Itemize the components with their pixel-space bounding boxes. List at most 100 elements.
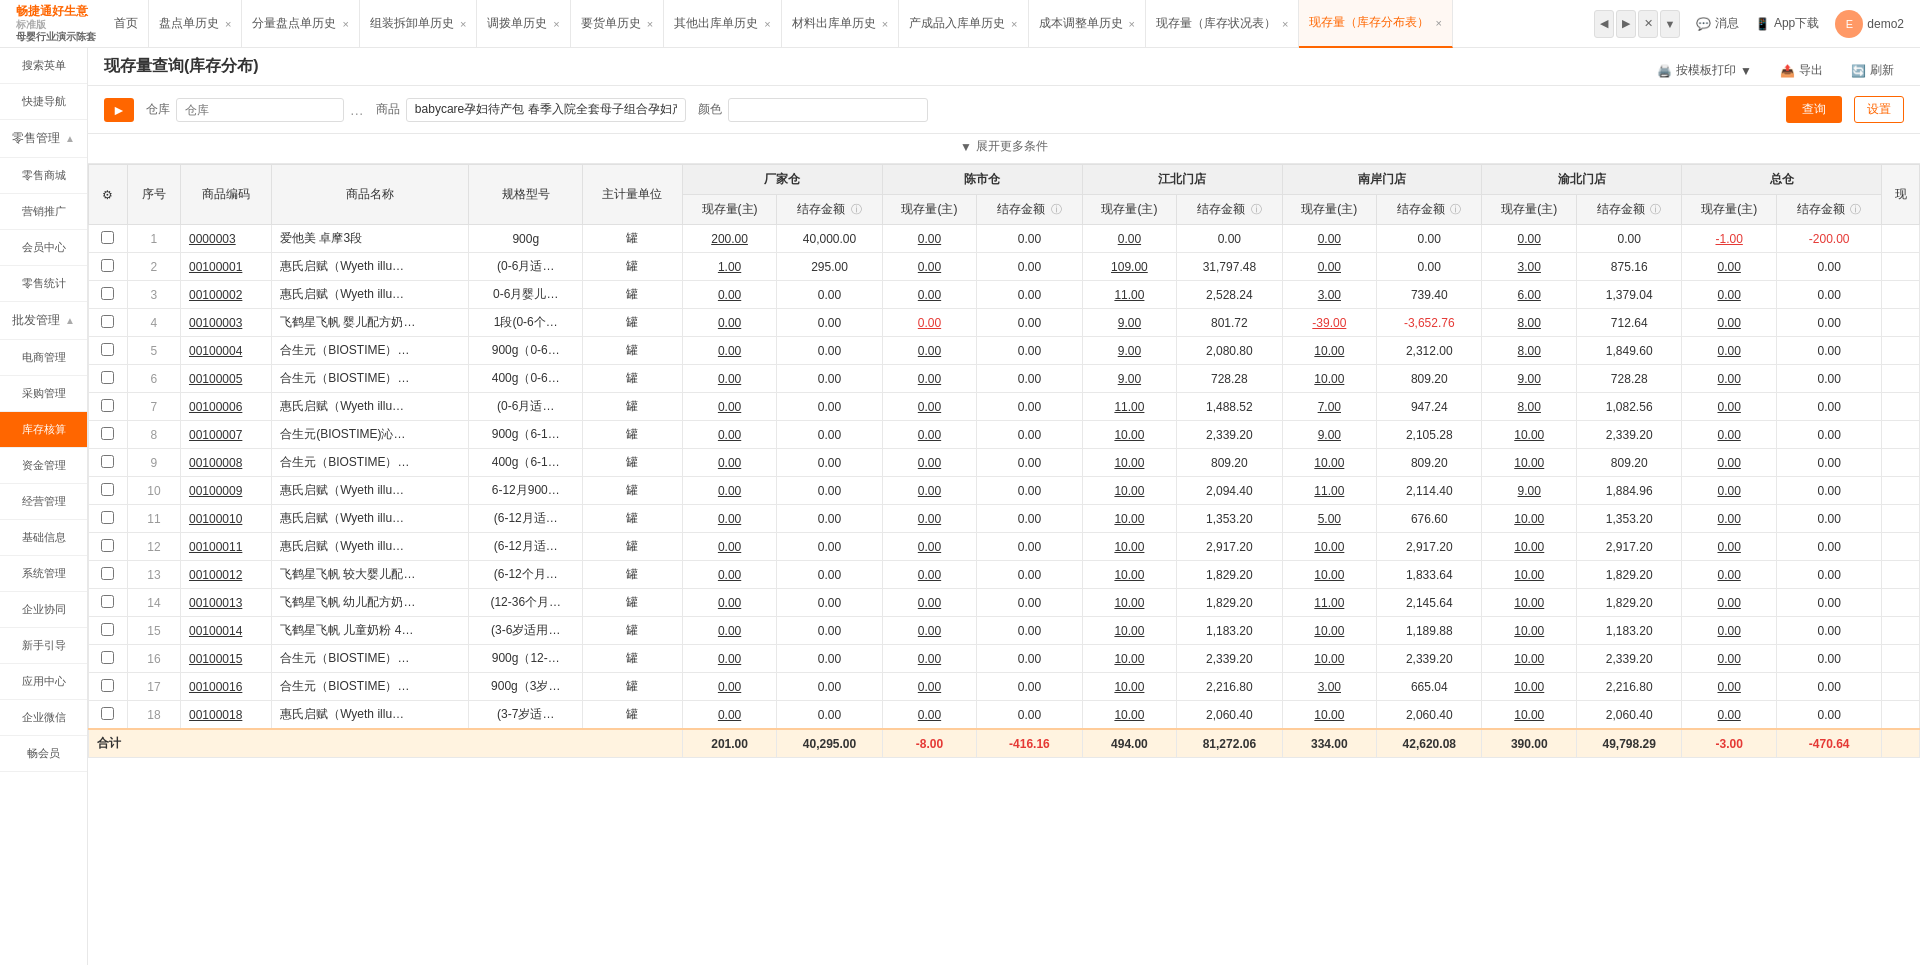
cell-yubeimen-stock[interactable]: 10.00 xyxy=(1482,505,1577,533)
cell-yubeimen-stock[interactable]: 9.00 xyxy=(1482,365,1577,393)
yubeimen-info-icon[interactable]: ⓘ xyxy=(1650,203,1661,215)
sidebar-item-资金管理[interactable]: 资金管理 xyxy=(0,448,87,484)
cell-checkbox[interactable] xyxy=(89,365,128,393)
cell-yubeimen-stock[interactable]: 10.00 xyxy=(1482,617,1577,645)
nav-tab-盘点单历史[interactable]: 盘点单历史× xyxy=(149,0,242,48)
cell-factory-stock[interactable]: 0.00 xyxy=(682,477,777,505)
tab-close-btn[interactable]: × xyxy=(460,18,466,30)
cell-checkbox[interactable] xyxy=(89,337,128,365)
cell-factory-stock[interactable]: 200.00 xyxy=(682,225,777,253)
factory-info-icon[interactable]: ⓘ xyxy=(851,203,862,215)
cell-chenshi-stock[interactable]: 0.00 xyxy=(882,533,977,561)
nav-tab-分量盘点单历史[interactable]: 分量盘点单历史× xyxy=(242,0,359,48)
cell-jiangbei-stock[interactable]: 0.00 xyxy=(1082,225,1177,253)
nav-tab-调拨单历史[interactable]: 调拨单历史× xyxy=(477,0,570,48)
cell-chenshi-stock[interactable]: 0.00 xyxy=(882,449,977,477)
sidebar-item-零售管理[interactable]: 零售管理▲ xyxy=(0,120,87,158)
cell-chenshi-stock[interactable]: 0.00 xyxy=(882,589,977,617)
cell-yubeimen-stock[interactable]: 0.00 xyxy=(1482,225,1577,253)
cell-chenshi-stock[interactable]: 0.00 xyxy=(882,337,977,365)
cell-checkbox[interactable] xyxy=(89,477,128,505)
cell-chenshi-stock[interactable]: 0.00 xyxy=(882,617,977,645)
cell-yubeimen-stock[interactable]: 8.00 xyxy=(1482,337,1577,365)
cell-factory-stock[interactable]: 0.00 xyxy=(682,617,777,645)
cell-checkbox[interactable] xyxy=(89,421,128,449)
cell-checkbox[interactable] xyxy=(89,673,128,701)
cell-nanan-stock[interactable]: 0.00 xyxy=(1282,225,1377,253)
sidebar-item-批发管理[interactable]: 批发管理▲ xyxy=(0,302,87,340)
cell-total-stock[interactable]: 0.00 xyxy=(1682,505,1777,533)
cell-checkbox[interactable] xyxy=(89,309,128,337)
cell-code[interactable]: 00100009 xyxy=(180,477,271,505)
sidebar-item-经营管理[interactable]: 经营管理 xyxy=(0,484,87,520)
cell-code[interactable]: 00100004 xyxy=(180,337,271,365)
sidebar-item-零售统计[interactable]: 零售统计 xyxy=(0,266,87,302)
nav-tab-首页[interactable]: 首页 xyxy=(104,0,149,48)
cell-yubeimen-stock[interactable]: 6.00 xyxy=(1482,281,1577,309)
cell-nanan-stock[interactable]: 11.00 xyxy=(1282,477,1377,505)
cell-jiangbei-stock[interactable]: 11.00 xyxy=(1082,393,1177,421)
sidebar-item-畅会员[interactable]: 畅会员 xyxy=(0,736,87,772)
nav-expand-btn[interactable]: ▼ xyxy=(1660,10,1680,38)
cell-jiangbei-stock[interactable]: 9.00 xyxy=(1082,365,1177,393)
col-settings-icon[interactable]: ⚙ xyxy=(89,165,128,225)
sidebar-item-企业微信[interactable]: 企业微信 xyxy=(0,700,87,736)
filter-collapse-btn[interactable]: ► xyxy=(104,98,134,122)
tab-close-btn[interactable]: × xyxy=(1129,18,1135,30)
tab-close-btn[interactable]: × xyxy=(553,18,559,30)
cell-total-stock[interactable]: 0.00 xyxy=(1682,561,1777,589)
cell-checkbox[interactable] xyxy=(89,645,128,673)
goods-input[interactable] xyxy=(406,98,686,122)
cell-nanan-stock[interactable]: -39.00 xyxy=(1282,309,1377,337)
cell-jiangbei-stock[interactable]: 10.00 xyxy=(1082,561,1177,589)
export-btn[interactable]: 📤 导出 xyxy=(1770,58,1833,83)
chenshi-info-icon[interactable]: ⓘ xyxy=(1051,203,1062,215)
nanan-info-icon[interactable]: ⓘ xyxy=(1450,203,1461,215)
warehouse-more-btn[interactable]: … xyxy=(350,102,364,118)
cell-code[interactable]: 00100015 xyxy=(180,645,271,673)
cell-nanan-stock[interactable]: 10.00 xyxy=(1282,337,1377,365)
cell-checkbox[interactable] xyxy=(89,449,128,477)
cell-nanan-stock[interactable]: 3.00 xyxy=(1282,281,1377,309)
cell-factory-stock[interactable]: 0.00 xyxy=(682,533,777,561)
cell-yubeimen-stock[interactable]: 8.00 xyxy=(1482,309,1577,337)
cell-total-stock[interactable]: 0.00 xyxy=(1682,281,1777,309)
cell-factory-stock[interactable]: 0.00 xyxy=(682,561,777,589)
cell-factory-stock[interactable]: 0.00 xyxy=(682,701,777,730)
user-menu-btn[interactable]: E demo2 xyxy=(1835,10,1904,38)
tab-close-btn[interactable]: × xyxy=(1011,18,1017,30)
cell-total-stock[interactable]: 0.00 xyxy=(1682,421,1777,449)
sidebar-item-企业协同[interactable]: 企业协同 xyxy=(0,592,87,628)
cell-code[interactable]: 00100002 xyxy=(180,281,271,309)
cell-nanan-stock[interactable]: 10.00 xyxy=(1282,561,1377,589)
cell-jiangbei-stock[interactable]: 10.00 xyxy=(1082,477,1177,505)
cell-factory-stock[interactable]: 0.00 xyxy=(682,505,777,533)
cell-jiangbei-stock[interactable]: 10.00 xyxy=(1082,701,1177,730)
cell-yubeimen-stock[interactable]: 10.00 xyxy=(1482,589,1577,617)
cell-factory-stock[interactable]: 0.00 xyxy=(682,589,777,617)
tab-close-btn[interactable]: × xyxy=(647,18,653,30)
cell-code[interactable]: 00100012 xyxy=(180,561,271,589)
cell-jiangbei-stock[interactable]: 10.00 xyxy=(1082,533,1177,561)
cell-factory-stock[interactable]: 0.00 xyxy=(682,365,777,393)
cell-code[interactable]: 00100006 xyxy=(180,393,271,421)
sidebar-item-搜索英单[interactable]: 搜索英单 xyxy=(0,48,87,84)
cell-factory-stock[interactable]: 0.00 xyxy=(682,449,777,477)
cell-nanan-stock[interactable]: 10.00 xyxy=(1282,365,1377,393)
cell-jiangbei-stock[interactable]: 10.00 xyxy=(1082,421,1177,449)
nav-tab-成本调整单历史[interactable]: 成本调整单历史× xyxy=(1029,0,1146,48)
cell-factory-stock[interactable]: 0.00 xyxy=(682,393,777,421)
cell-total-stock[interactable]: 0.00 xyxy=(1682,589,1777,617)
sidebar-item-电商管理[interactable]: 电商管理 xyxy=(0,340,87,376)
cell-nanan-stock[interactable]: 11.00 xyxy=(1282,589,1377,617)
cell-total-stock[interactable]: 0.00 xyxy=(1682,701,1777,730)
cell-jiangbei-stock[interactable]: 10.00 xyxy=(1082,449,1177,477)
cell-chenshi-stock[interactable]: 0.00 xyxy=(882,561,977,589)
cell-jiangbei-stock[interactable]: 10.00 xyxy=(1082,505,1177,533)
nav-tab-产成品入库单历史[interactable]: 产成品入库单历史× xyxy=(899,0,1028,48)
sidebar-item-零售商城[interactable]: 零售商城 xyxy=(0,158,87,194)
nav-tab-其他出库单历史[interactable]: 其他出库单历史× xyxy=(664,0,781,48)
color-input[interactable] xyxy=(728,98,928,122)
cell-factory-stock[interactable]: 0.00 xyxy=(682,421,777,449)
cell-nanan-stock[interactable]: 3.00 xyxy=(1282,673,1377,701)
